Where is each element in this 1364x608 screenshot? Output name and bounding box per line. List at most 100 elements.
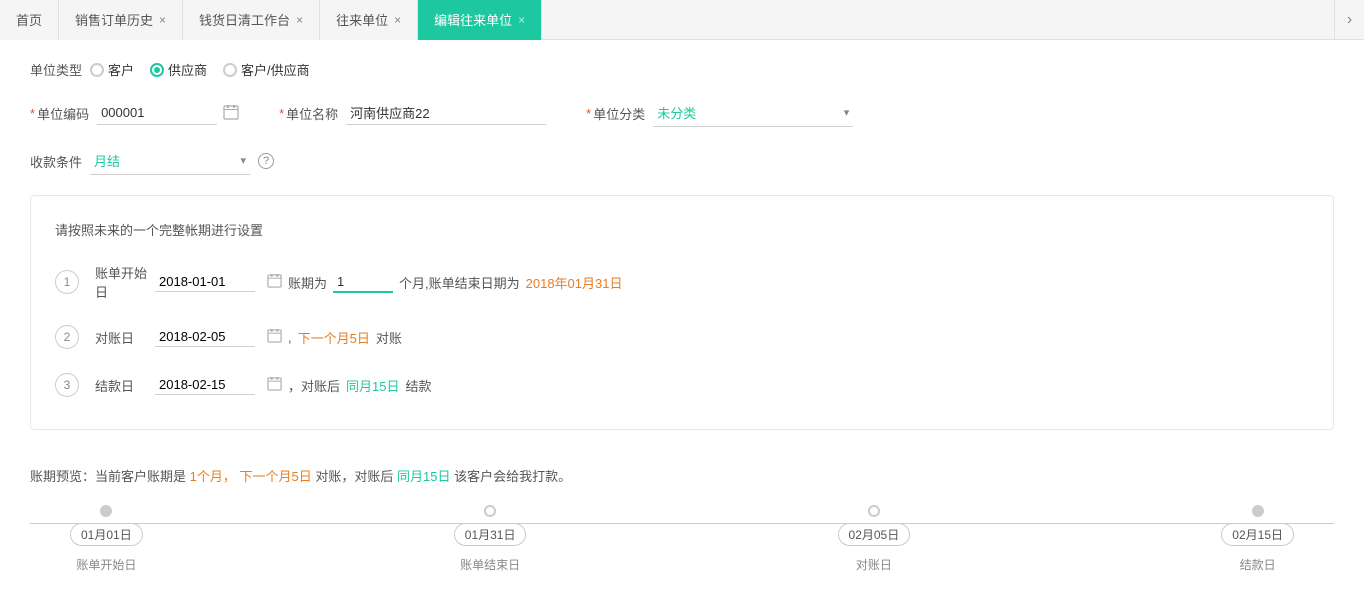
section-instruction: 请按照未来的一个完整帐期进行设置 xyxy=(55,220,1309,239)
payment-terms-chevron-icon: ▾ xyxy=(240,154,246,167)
unit-code-input[interactable] xyxy=(97,101,217,125)
payment-terms-label: 收款条件 xyxy=(30,152,82,171)
step-3-content: ，对账后 同月15日 结款 xyxy=(155,375,432,395)
unit-category-label: 单位分类 xyxy=(593,104,645,123)
preview-suffix-text: 该客户会给我打款。 xyxy=(454,469,571,484)
tab-edit-partner-label: 编辑往来单位 xyxy=(434,10,512,29)
step-3-label: 结款日 xyxy=(95,376,155,395)
tab-home-label: 首页 xyxy=(16,10,42,29)
radio-supplier-label: 供应商 xyxy=(168,60,207,79)
unit-code-required: * xyxy=(30,106,35,121)
chevron-down-icon: ▾ xyxy=(844,106,850,119)
step-3-text-after: 结款 xyxy=(405,376,431,395)
unit-category-group: * 单位分类 未分类 ▾ xyxy=(586,99,853,127)
tab-sales-order-history-label: 销售订单历史 xyxy=(75,10,153,29)
preview-prefix: 账期预览：当前客户账期是 xyxy=(30,469,186,484)
preview-mid: 下一个月5日 xyxy=(240,469,312,484)
step-2-row: 2 对账日 , 下一个月5日 对账 xyxy=(55,325,1309,349)
timeline-points: 01月01日 账单开始日 01月31日 账单结束日 02月05日 对账日 xyxy=(70,505,1294,573)
timeline-container: 01月01日 账单开始日 01月31日 账单结束日 02月05日 对账日 xyxy=(30,505,1334,573)
tab-cash-ledger-close[interactable]: × xyxy=(296,13,303,27)
step-2-text-before: , xyxy=(288,330,292,345)
step-1-period-input[interactable] xyxy=(333,272,393,293)
step-1-text-before: 账期为 xyxy=(288,273,327,292)
unit-category-value: 未分类 xyxy=(657,103,839,122)
tab-home[interactable]: 首页 xyxy=(0,0,59,40)
step-2-label: 对账日 xyxy=(95,328,155,347)
unit-type-label: 单位类型 xyxy=(30,60,82,79)
timeline-dot-3 xyxy=(868,505,880,517)
tab-partner-units-close[interactable]: × xyxy=(394,13,401,27)
unit-code-icon[interactable] xyxy=(223,104,239,123)
preview-text: 账期预览：当前客户账期是 1个月， 下一个月5日 对账，对账后 同月15日 该客… xyxy=(30,466,1334,485)
unit-info-row: * 单位编码 * 单位名称 * 单位分类 未分类 ▾ xyxy=(30,99,1334,127)
radio-customer-circle xyxy=(90,63,104,77)
preview-mid2-text: 对账，对账后 xyxy=(315,469,397,484)
unit-name-required: * xyxy=(279,106,284,121)
step-3-row: 3 结款日 ，对账后 同月15日 结款 xyxy=(55,373,1309,397)
step-1-calendar-icon[interactable] xyxy=(267,273,282,291)
radio-customer-supplier-label: 客户/供应商 xyxy=(241,60,310,79)
tab-scroll-arrow[interactable]: › xyxy=(1334,0,1364,40)
radio-supplier[interactable]: 供应商 xyxy=(150,60,207,79)
timeline-sublabel-1: 账单开始日 xyxy=(76,556,136,573)
timeline-point-4: 02月15日 结款日 xyxy=(1221,505,1294,573)
step-2-number: 2 xyxy=(55,325,79,349)
tabs-bar: 首页 销售订单历史 × 钱货日清工作台 × 往来单位 × 编辑往来单位 × › xyxy=(0,0,1364,40)
step-2-calendar-icon[interactable] xyxy=(267,328,282,346)
timeline-point-3: 02月05日 对账日 xyxy=(838,505,911,573)
tab-edit-partner[interactable]: 编辑往来单位 × xyxy=(418,0,542,40)
payment-terms-value: 月结 xyxy=(94,151,236,170)
step-1-text-mid: 个月,账单结束日期为 xyxy=(399,273,520,292)
preview-end: 同月15日 xyxy=(397,469,450,484)
radio-customer-label: 客户 xyxy=(108,60,134,79)
step-1-end-date: 2018年01月31日 xyxy=(526,273,623,292)
step-3-calendar-icon[interactable] xyxy=(267,376,282,394)
step-3-number: 3 xyxy=(55,373,79,397)
tab-partner-units-label: 往来单位 xyxy=(336,10,388,29)
unit-category-required: * xyxy=(586,106,591,121)
radio-customer[interactable]: 客户 xyxy=(90,60,134,79)
timeline-sublabel-3: 对账日 xyxy=(856,556,892,573)
radio-supplier-circle xyxy=(150,63,164,77)
timeline-badge-3: 02月05日 xyxy=(838,523,911,546)
tab-edit-partner-close[interactable]: × xyxy=(518,13,525,27)
unit-name-label: 单位名称 xyxy=(286,104,338,123)
step-2-date-input[interactable] xyxy=(155,327,255,347)
timeline-dot-2 xyxy=(484,505,496,517)
unit-type-radio-group: 客户 供应商 客户/供应商 xyxy=(90,60,310,79)
step-1-date-input[interactable] xyxy=(155,272,255,292)
step-3-text-before: ，对账后 xyxy=(288,376,340,395)
step-3-date-input[interactable] xyxy=(155,375,255,395)
tab-sales-order-history-close[interactable]: × xyxy=(159,13,166,27)
unit-type-row: 单位类型 客户 供应商 客户/供应商 xyxy=(30,60,1334,79)
preview-period: 1个月， xyxy=(190,469,236,484)
tab-partner-units[interactable]: 往来单位 × xyxy=(320,0,418,40)
tab-sales-order-history[interactable]: 销售订单历史 × xyxy=(59,0,183,40)
timeline-point-2: 01月31日 账单结束日 xyxy=(454,505,527,573)
unit-category-select[interactable]: 未分类 ▾ xyxy=(653,99,853,127)
tab-cash-ledger[interactable]: 钱货日清工作台 × xyxy=(183,0,320,40)
unit-code-label: 单位编码 xyxy=(37,104,89,123)
step-2-content: , 下一个月5日 对账 xyxy=(155,327,402,347)
unit-name-input[interactable] xyxy=(346,101,546,125)
timeline-badge-4: 02月15日 xyxy=(1221,523,1294,546)
step-1-content: 账期为 个月,账单结束日期为 2018年01月31日 xyxy=(155,272,622,293)
help-icon[interactable]: ? xyxy=(258,153,274,169)
step-1-label: 账单开始日 xyxy=(95,263,155,301)
step-2-text-after: 对账 xyxy=(376,328,402,347)
unit-code-group: * 单位编码 xyxy=(30,101,239,125)
step-1-row: 1 账单开始日 账期为 个月,账单结束日期为 2018年01月31日 xyxy=(55,263,1309,301)
payment-terms-select[interactable]: 月结 ▾ xyxy=(90,147,250,175)
step-3-highlight: 同月15日 xyxy=(346,376,399,395)
timeline-sublabel-4: 结款日 xyxy=(1240,556,1276,573)
step-1-number: 1 xyxy=(55,270,79,294)
timeline-point-1: 01月01日 账单开始日 xyxy=(70,505,143,573)
radio-customer-supplier[interactable]: 客户/供应商 xyxy=(223,60,310,79)
page-content: 单位类型 客户 供应商 客户/供应商 * 单位编码 xyxy=(0,40,1364,608)
timeline-sublabel-2: 账单结束日 xyxy=(460,556,520,573)
tab-cash-ledger-label: 钱货日清工作台 xyxy=(199,10,290,29)
payment-setup-section: 请按照未来的一个完整帐期进行设置 1 账单开始日 账期为 个月,账单结束日期为 xyxy=(30,195,1334,430)
preview-section: 账期预览：当前客户账期是 1个月， 下一个月5日 对账，对账后 同月15日 该客… xyxy=(30,450,1334,573)
step-2-highlight: 下一个月5日 xyxy=(298,328,370,347)
